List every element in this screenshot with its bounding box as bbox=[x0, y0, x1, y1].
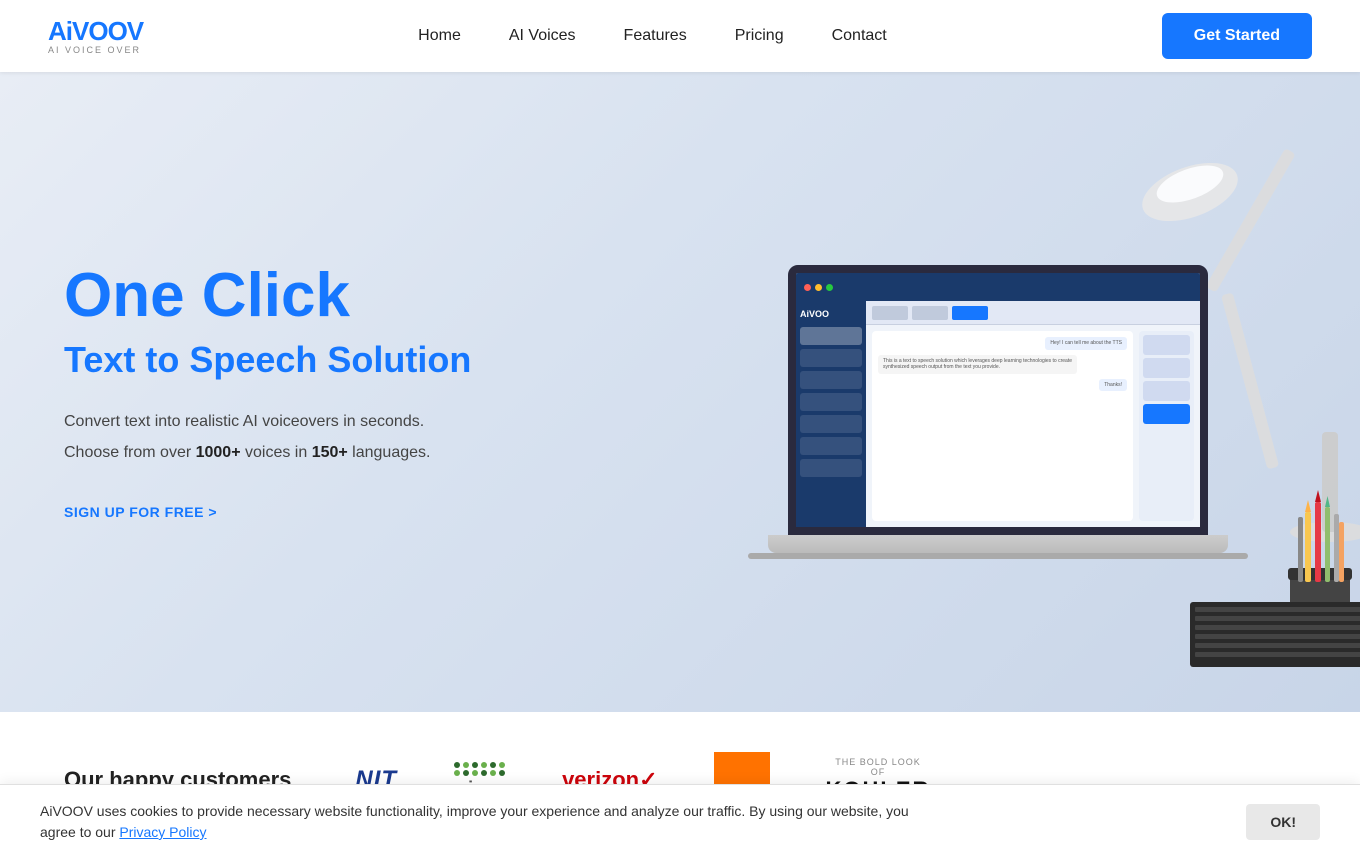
laptop-mockup: AiVOO bbox=[788, 265, 1208, 559]
nav-item-home[interactable]: Home bbox=[418, 27, 461, 45]
nav-link-features[interactable]: Features bbox=[624, 27, 687, 44]
signup-cta-link[interactable]: SIGN UP FOR FREE > bbox=[64, 504, 217, 520]
logo-voov: VOOV bbox=[72, 16, 143, 46]
hero-desc-suffix: languages. bbox=[348, 444, 431, 461]
nav-item-contact[interactable]: Contact bbox=[832, 27, 887, 45]
cookie-banner: AiVOOV uses cookies to provide necessary… bbox=[0, 784, 1360, 859]
hero-desc-prefix: Choose from over bbox=[64, 444, 196, 461]
laptop-screen: AiVOO bbox=[788, 265, 1208, 535]
hero-voice-count: 1000+ bbox=[196, 444, 241, 461]
hero-content: One Click Text to Speech Solution Conver… bbox=[0, 182, 471, 601]
nav-link-home[interactable]: Home bbox=[418, 27, 461, 44]
nav-link-pricing[interactable]: Pricing bbox=[735, 27, 784, 44]
kohler-of-text: OF bbox=[871, 767, 886, 777]
logo-text: AiVOOV bbox=[48, 18, 143, 44]
navbar: AiVOOV AI VOICE OVER Home AI Voices Feat… bbox=[0, 0, 1360, 72]
logo-prefix: Ai bbox=[48, 16, 72, 46]
kohler-top-text: THE BOLD LOOK bbox=[835, 757, 921, 767]
logo[interactable]: AiVOOV AI VOICE OVER bbox=[48, 18, 143, 55]
nav-item-features[interactable]: Features bbox=[624, 27, 687, 45]
hero-lang-count: 150+ bbox=[312, 444, 348, 461]
hero-subtitle: Text to Speech Solution bbox=[64, 339, 471, 381]
hero-desc-line2: Choose from over 1000+ voices in 150+ la… bbox=[64, 440, 471, 466]
get-started-button[interactable]: Get Started bbox=[1162, 13, 1312, 59]
nav-link-ai-voices[interactable]: AI Voices bbox=[509, 27, 576, 44]
hero-image: AiVOO bbox=[516, 72, 1360, 712]
nav-links: Home AI Voices Features Pricing Contact bbox=[418, 27, 887, 45]
nav-item-pricing[interactable]: Pricing bbox=[735, 27, 784, 45]
hero-title: One Click bbox=[64, 262, 471, 330]
logo-tagline: AI VOICE OVER bbox=[48, 46, 143, 55]
nav-link-contact[interactable]: Contact bbox=[832, 27, 887, 44]
hero-desc-mid: voices in bbox=[241, 444, 312, 461]
hero-desc-line1: Convert text into realistic AI voiceover… bbox=[64, 409, 471, 435]
cookie-message: AiVOOV uses cookies to provide necessary… bbox=[40, 801, 940, 843]
hero-section: One Click Text to Speech Solution Conver… bbox=[0, 72, 1360, 712]
privacy-policy-link[interactable]: Privacy Policy bbox=[119, 824, 206, 840]
notebook-icon bbox=[1190, 592, 1360, 672]
cookie-ok-button[interactable]: OK! bbox=[1246, 804, 1320, 840]
nav-item-ai-voices[interactable]: AI Voices bbox=[509, 27, 576, 45]
